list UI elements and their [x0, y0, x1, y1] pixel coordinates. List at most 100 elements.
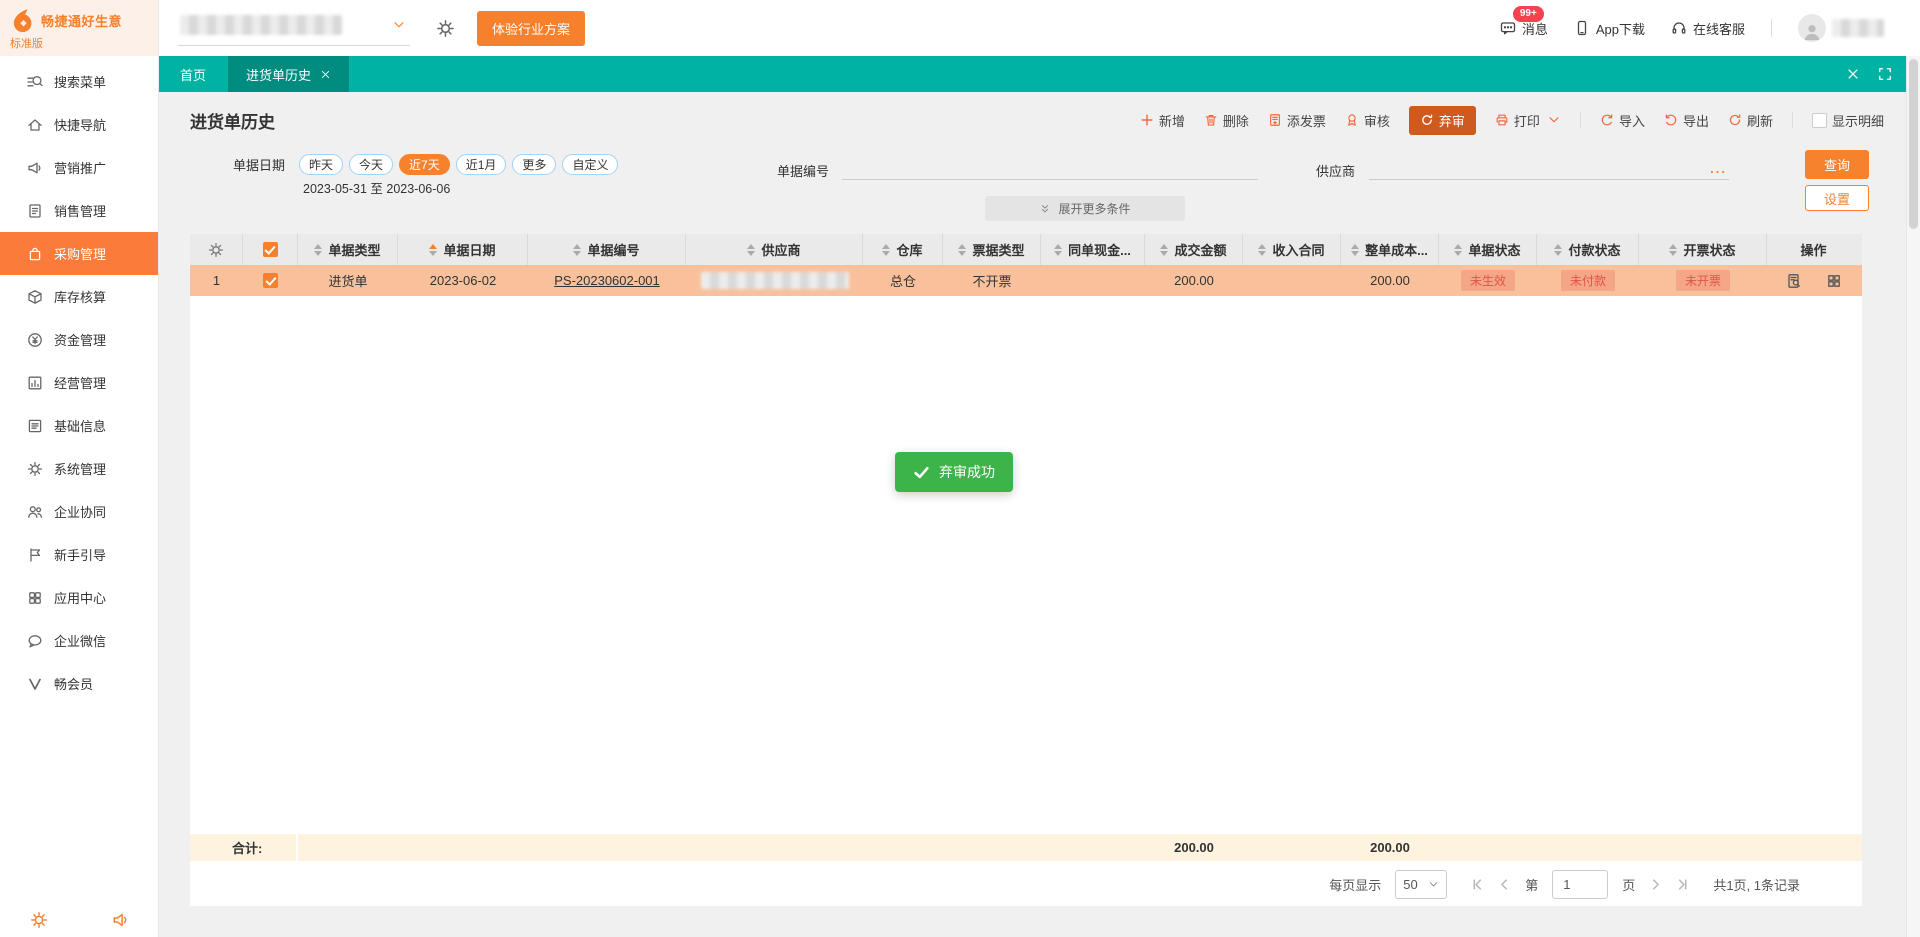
sidebar-item-label: 销售管理	[54, 204, 107, 219]
tab-purchase-history[interactable]: 进货单历史	[228, 56, 350, 92]
scrollbar-thumb[interactable]	[1909, 59, 1918, 229]
redacted-search-value	[180, 14, 342, 35]
sidebar-item-app-center[interactable]: 应用中心	[0, 576, 158, 619]
app-download-button[interactable]: App下载	[1574, 19, 1645, 38]
trial-industry-button[interactable]: 体验行业方案	[477, 10, 586, 46]
sidebar-item-system[interactable]: 系统管理	[0, 447, 158, 490]
coin-icon	[27, 332, 43, 348]
header-invoice-type[interactable]: 票据类型	[943, 234, 1041, 265]
import-button[interactable]: 导入	[1600, 111, 1645, 130]
sidebar-item-operations[interactable]: 经营管理	[0, 361, 158, 404]
per-page-label: 每页显示	[1329, 877, 1382, 893]
prev-page-icon[interactable]	[1498, 878, 1511, 891]
gear-icon[interactable]	[208, 242, 224, 258]
sidebar-item-inventory[interactable]: 库存核算	[0, 275, 158, 318]
sidebar-item-beginner-guide[interactable]: 新手引导	[0, 533, 158, 576]
checkbox-checked[interactable]	[262, 242, 278, 257]
settings-gear-icon[interactable]	[30, 911, 48, 929]
header-doc-date[interactable]: 单据日期	[398, 234, 528, 265]
flag-icon	[27, 547, 43, 563]
last-page-icon[interactable]	[1676, 878, 1689, 891]
expand-more-conditions[interactable]: 展开更多条件	[985, 196, 1185, 221]
date-option-more[interactable]: 更多	[512, 154, 557, 175]
close-all-icon[interactable]	[1846, 67, 1860, 81]
header-deal-amount[interactable]: 成交金额	[1145, 234, 1243, 265]
date-option-custom[interactable]: 自定义	[562, 154, 619, 175]
supplier-picker-dots[interactable]: ...	[1710, 161, 1727, 176]
delete-button[interactable]: 删除	[1204, 111, 1249, 130]
expand-more-label: 展开更多条件	[1058, 202, 1131, 216]
header-invoice-status[interactable]: 开票状态	[1639, 234, 1767, 265]
sidebar-item-member[interactable]: 畅会员	[0, 662, 158, 705]
header-doc-type[interactable]: 单据类型	[298, 234, 398, 265]
first-page-icon[interactable]	[1471, 878, 1484, 891]
export-button[interactable]: 导出	[1664, 111, 1709, 130]
unaudit-icon	[1420, 113, 1434, 127]
header-label: 付款状态	[1568, 243, 1621, 258]
table-row[interactable]: 1 进货单 2023-06-02 PS-20230602-001 总仓 不开票 …	[190, 265, 1862, 296]
doc-no-input[interactable]	[842, 156, 1259, 180]
select-all-cell[interactable]	[243, 234, 298, 265]
add-button[interactable]: 新增	[1140, 111, 1185, 130]
add-invoice-button[interactable]: 添发票	[1268, 111, 1326, 130]
refresh-button[interactable]: 刷新	[1728, 111, 1773, 130]
fullscreen-icon[interactable]	[1878, 67, 1892, 81]
header-pay-status[interactable]: 付款状态	[1537, 234, 1639, 265]
header-doc-no[interactable]: 单据编号	[528, 234, 686, 265]
checkbox-checked[interactable]	[263, 273, 278, 288]
sidebar-item-basic-info[interactable]: 基础信息	[0, 404, 158, 447]
per-page-select[interactable]: 50	[1395, 869, 1448, 899]
header-total-cost[interactable]: 整单成本...	[1341, 234, 1439, 265]
people-icon	[27, 504, 43, 520]
sidebar-item-funds[interactable]: 资金管理	[0, 318, 158, 361]
sidebar-item-search-menu[interactable]: 搜索菜单	[0, 60, 158, 103]
header-doc-status[interactable]: 单据状态	[1439, 234, 1537, 265]
checkbox-unchecked[interactable]	[1811, 112, 1827, 128]
sidebar-item-sales[interactable]: 销售管理	[0, 189, 158, 232]
supplier-input[interactable]: ...	[1369, 156, 1730, 180]
global-search-select[interactable]	[178, 10, 410, 46]
print-button[interactable]: 打印	[1495, 111, 1561, 130]
header-label: 整单成本...	[1365, 243, 1428, 258]
sidebar-footer	[0, 911, 158, 929]
next-page-icon[interactable]	[1649, 878, 1662, 891]
date-option-last7days[interactable]: 近7天	[399, 154, 450, 175]
user-menu[interactable]	[1798, 14, 1884, 42]
announcement-speaker-icon[interactable]	[112, 911, 130, 929]
column-settings-cell[interactable]	[190, 234, 243, 265]
date-option-today[interactable]: 今天	[349, 154, 394, 175]
header-income-contract[interactable]: 收入合同	[1243, 234, 1341, 265]
row-select-cell[interactable]	[243, 265, 298, 296]
query-button[interactable]: 查询	[1805, 150, 1869, 179]
online-service-button[interactable]: 在线客服	[1671, 19, 1745, 38]
sidebar-item-label: 营销推广	[54, 161, 107, 176]
settings-button[interactable]: 设置	[1805, 185, 1869, 211]
sidebar-item-purchase[interactable]: 采购管理	[0, 232, 158, 275]
cell-doc-no[interactable]: PS-20230602-001	[528, 265, 686, 296]
chevron-down-icon	[392, 18, 406, 32]
messages-button[interactable]: 消息 99+	[1500, 5, 1548, 38]
view-document-icon[interactable]	[1786, 273, 1802, 289]
header-same-order-cash[interactable]: 同单现金...	[1041, 234, 1145, 265]
page-number-input[interactable]: 1	[1552, 869, 1609, 899]
bag-icon	[27, 246, 43, 262]
gear-icon[interactable]	[436, 19, 455, 38]
unaudit-button[interactable]: 弃审	[1408, 105, 1476, 135]
related-docs-grid-icon[interactable]	[1826, 273, 1842, 289]
date-option-yesterday[interactable]: 昨天	[299, 154, 344, 175]
header-supplier[interactable]: 供应商	[686, 234, 863, 265]
tab-home[interactable]: 首页	[158, 56, 228, 92]
sidebar-item-marketing[interactable]: 营销推广	[0, 146, 158, 189]
date-option-last-month[interactable]: 近1月	[455, 154, 507, 175]
unaudit-label: 弃审	[1438, 113, 1465, 129]
sidebar-item-collaboration[interactable]: 企业协同	[0, 490, 158, 533]
sidebar-item-quick-nav[interactable]: 快捷导航	[0, 103, 158, 146]
doc-no-link[interactable]: PS-20230602-001	[554, 273, 660, 288]
show-detail-checkbox[interactable]: 显示明细	[1811, 111, 1884, 130]
vertical-scrollbar[interactable]	[1906, 56, 1920, 937]
header-warehouse[interactable]: 仓库	[863, 234, 943, 265]
audit-button[interactable]: 审核	[1345, 111, 1390, 130]
sidebar-item-wecom[interactable]: 企业微信	[0, 619, 158, 662]
close-icon[interactable]	[320, 69, 331, 80]
search-icon	[27, 74, 43, 90]
